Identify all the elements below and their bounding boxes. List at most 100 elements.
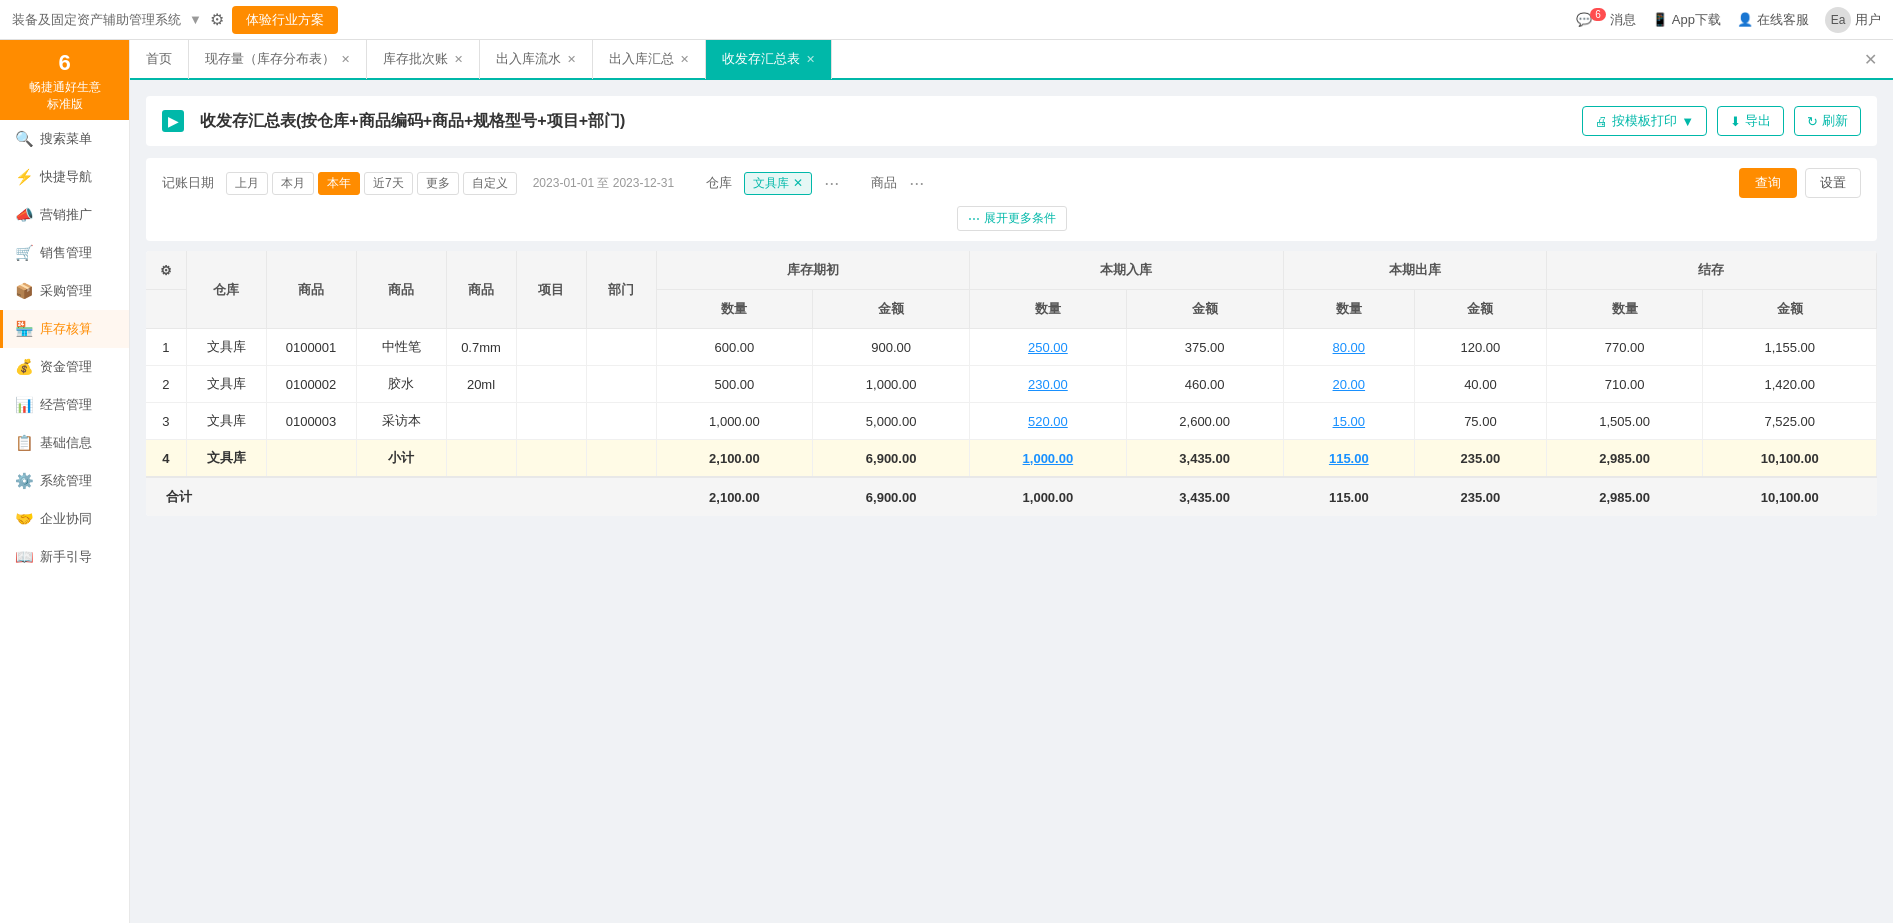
cell-begin-qty: 500.00 <box>656 366 813 403</box>
cell-bal-amt: 1,420.00 <box>1703 366 1877 403</box>
tab-bar-close-icon[interactable]: ✕ <box>1848 50 1893 69</box>
sidebar-item-operations[interactable]: 📊 经营管理 <box>0 386 129 424</box>
search-button[interactable]: 查询 <box>1739 168 1797 198</box>
cell-bal-qty: 2,985.00 <box>1546 440 1703 478</box>
cell-goods-code <box>266 440 356 478</box>
tab-receive-summary-close[interactable]: ✕ <box>806 53 815 66</box>
cell-seq: 2 <box>146 366 186 403</box>
cell-out-qty[interactable]: 80.00 <box>1283 329 1415 366</box>
table-row: 4文具库小计2,100.006,900.001,000.003,435.0011… <box>146 440 1877 478</box>
print-button[interactable]: 🖨 按模板打印 ▼ <box>1582 106 1707 136</box>
sidebar-item-enterprise[interactable]: 🤝 企业协同 <box>0 500 129 538</box>
page-header: ▶ 收发存汇总表(按仓库+商品编码+商品+规格型号+项目+部门) 🖨 按模板打印… <box>146 96 1877 146</box>
cell-in-qty[interactable]: 520.00 <box>970 403 1127 440</box>
export-label: 导出 <box>1745 112 1771 130</box>
tab-stock-dist[interactable]: 现存量（库存分布表） ✕ <box>189 40 367 79</box>
sidebar-item-search[interactable]: 🔍 搜索菜单 <box>0 120 129 158</box>
warehouse-filter-label: 仓库 <box>706 174 732 192</box>
sidebar-item-basicinfo[interactable]: 📋 基础信息 <box>0 424 129 462</box>
cell-goods-spec: 20ml <box>446 366 516 403</box>
logo-number: 6 <box>8 48 121 79</box>
tab-receive-summary[interactable]: 收发存汇总表 ✕ <box>706 40 832 79</box>
cell-warehouse: 文具库 <box>186 403 266 440</box>
avatar: Ea <box>1825 7 1851 33</box>
footer-begin-qty: 2,100.00 <box>656 477 813 516</box>
tab-batch-label: 库存批次账 <box>383 50 448 68</box>
tab-receive-summary-label: 收发存汇总表 <box>722 50 800 68</box>
message-label: 消息 <box>1610 11 1636 29</box>
try-industry-button[interactable]: 体验行业方案 <box>232 6 338 34</box>
cell-in-qty[interactable]: 1,000.00 <box>970 440 1127 478</box>
sidebar-label: 库存核算 <box>40 320 92 338</box>
tab-in-out-summary-close[interactable]: ✕ <box>680 53 689 66</box>
cell-begin-amt: 5,000.00 <box>813 403 970 440</box>
settings-button[interactable]: 设置 <box>1805 168 1861 198</box>
cell-begin-qty: 1,000.00 <box>656 403 813 440</box>
date-this-month[interactable]: 本月 <box>272 172 314 195</box>
goods-more-options[interactable]: ··· <box>909 173 924 194</box>
tab-batch[interactable]: 库存批次账 ✕ <box>367 40 480 79</box>
system-name-dropdown-icon[interactable]: ▼ <box>189 12 202 27</box>
sidebar-item-guide[interactable]: 📖 新手引导 <box>0 538 129 576</box>
sidebar-item-finance[interactable]: 💰 资金管理 <box>0 348 129 386</box>
sidebar-item-sales[interactable]: 🛒 销售管理 <box>0 234 129 272</box>
content-area: 首页 现存量（库存分布表） ✕ 库存批次账 ✕ 出入库流水 ✕ 出入库汇总 ✕ <box>130 40 1893 923</box>
sidebar-item-system[interactable]: ⚙️ 系统管理 <box>0 462 129 500</box>
warehouse-tag-remove[interactable]: ✕ <box>793 176 803 190</box>
col-begin-qty: 数量 <box>656 290 813 329</box>
print-icon: 🖨 <box>1595 114 1608 129</box>
tab-in-out-flow[interactable]: 出入库流水 ✕ <box>480 40 593 79</box>
sidebar-item-inventory[interactable]: 🏪 库存核算 <box>0 310 129 348</box>
table-row: 1文具库0100001中性笔0.7mm600.00900.00250.00375… <box>146 329 1877 366</box>
date-this-year[interactable]: 本年 <box>318 172 360 195</box>
tab-batch-close[interactable]: ✕ <box>454 53 463 66</box>
expand-filter-button[interactable]: ⋯ 展开更多条件 <box>957 206 1067 231</box>
cell-goods-spec <box>446 403 516 440</box>
user-group[interactable]: Ea 用户 <box>1825 7 1881 33</box>
footer-bal-qty: 2,985.00 <box>1546 477 1703 516</box>
date-last-7-days[interactable]: 近7天 <box>364 172 413 195</box>
sidebar-item-purchase[interactable]: 📦 采购管理 <box>0 272 129 310</box>
col-bal-qty: 数量 <box>1546 290 1703 329</box>
sidebar-label: 采购管理 <box>40 282 92 300</box>
cell-in-qty[interactable]: 250.00 <box>970 329 1127 366</box>
table-row: 2文具库0100002胶水20ml500.001,000.00230.00460… <box>146 366 1877 403</box>
warehouse-more-options[interactable]: ··· <box>824 173 839 194</box>
sidebar-item-marketing[interactable]: 📣 营销推广 <box>0 196 129 234</box>
cell-out-qty[interactable]: 15.00 <box>1283 403 1415 440</box>
date-custom[interactable]: 自定义 <box>463 172 517 195</box>
online-service-group[interactable]: 👤 在线客服 <box>1737 11 1809 29</box>
sidebar-logo: 6 畅捷通好生意 标准版 <box>0 40 129 120</box>
cell-in-qty[interactable]: 230.00 <box>970 366 1127 403</box>
tab-in-out-flow-close[interactable]: ✕ <box>567 53 576 66</box>
collapse-button[interactable]: ▶ <box>162 110 184 132</box>
cell-begin-amt: 6,900.00 <box>813 440 970 478</box>
cell-warehouse: 文具库 <box>186 440 266 478</box>
sidebar-label: 销售管理 <box>40 244 92 262</box>
app-download-group[interactable]: 📱 App下载 <box>1652 11 1721 29</box>
col-goods-spec: 商品 <box>446 251 516 329</box>
message-group[interactable]: 💬 6 消息 <box>1576 11 1636 29</box>
export-button[interactable]: ⬇ 导出 <box>1717 106 1784 136</box>
tab-in-out-summary[interactable]: 出入库汇总 ✕ <box>593 40 706 79</box>
sidebar-label: 经营管理 <box>40 396 92 414</box>
table-settings-col[interactable]: ⚙ <box>146 251 186 290</box>
cell-out-amt: 120.00 <box>1415 329 1547 366</box>
col-seq-placeholder <box>146 290 186 329</box>
tab-home[interactable]: 首页 <box>130 40 189 79</box>
footer-out-qty: 115.00 <box>1283 477 1415 516</box>
date-last-month[interactable]: 上月 <box>226 172 268 195</box>
filter-row: 记账日期 上月 本月 本年 近7天 更多 自定义 2023-01-01 至 20… <box>162 168 1861 198</box>
tab-home-label: 首页 <box>146 50 172 68</box>
cell-goods-code: 0100001 <box>266 329 356 366</box>
tab-stock-dist-close[interactable]: ✕ <box>341 53 350 66</box>
date-more[interactable]: 更多 <box>417 172 459 195</box>
cell-out-qty[interactable]: 115.00 <box>1283 440 1415 478</box>
cell-begin-amt: 1,000.00 <box>813 366 970 403</box>
top-bar-left: 装备及固定资产辅助管理系统 ▼ ⚙ 体验行业方案 <box>12 6 338 34</box>
refresh-button[interactable]: ↻ 刷新 <box>1794 106 1861 136</box>
sidebar-item-quicknav[interactable]: ⚡ 快捷导航 <box>0 158 129 196</box>
footer-in-amt: 3,435.00 <box>1126 477 1283 516</box>
settings-gear-icon[interactable]: ⚙ <box>210 10 224 29</box>
cell-out-qty[interactable]: 20.00 <box>1283 366 1415 403</box>
